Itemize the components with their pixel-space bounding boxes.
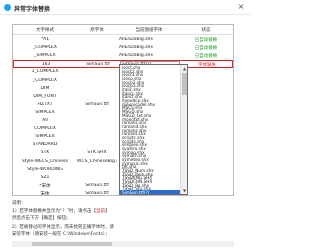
app-icon [4, 4, 11, 11]
cell-orig-font: WCS_ChineseBig.shx [77, 158, 117, 164]
scroll-thumb[interactable] [182, 73, 187, 95]
cell-style: STK [40, 150, 50, 156]
note-line-1: 1）若字体替换并显示为“？”时，请点击【当前】 [12, 208, 110, 214]
cell-style: _COMPLEX [33, 77, 57, 83]
header-current-font: 当前图纸字体 [135, 28, 163, 33]
cell-current-font[interactable]: AllEnDoBig.shx [119, 45, 179, 50]
horizontal-scrollbar[interactable] [12, 241, 234, 247]
header-status: 状态 [201, 28, 211, 33]
cell-style: COMPLEX [34, 126, 56, 132]
table-header: 文字样式 原字体 当前图纸字体 状态 [13, 25, 233, 35]
cell-style: AII [42, 118, 48, 123]
cell-orig-font: STK.SHX [87, 150, 107, 156]
note-line-3: 2）若被替过的字体显示，而未找到正确字体时，请 [12, 225, 114, 230]
cell-orig-font: SimSun.ttf [86, 62, 110, 68]
cell-style: Style-WORDING [27, 166, 63, 172]
cell-style: SIMPLEX [35, 109, 55, 115]
cell-style: _COMPLEX [33, 45, 57, 51]
table-row[interactable]: *A1 AllEnDoBig.shx 已自动替换 [13, 36, 233, 44]
cell-orig-font: SimSun.ttf [85, 190, 109, 196]
cell-style: 宋体 [40, 191, 50, 196]
table-row[interactable]: _COMPLEX AllEnDoBig.shx 已自动替换 [13, 44, 233, 52]
note-text: 1）若字体替换并显示为“？”时，请点击【 [12, 209, 97, 214]
header-style: 文字样式 [36, 28, 54, 33]
window-title: 异常字体替换 [14, 6, 51, 13]
note-line-4: 安装字体（请安装一般在 C:\Windows\Fonts）； [12, 232, 110, 237]
cell-orig-font: SimSun.ttf [85, 101, 109, 107]
cell-current-font[interactable]: AllEnDoBig.shx [119, 53, 179, 58]
cell-status: 已自动替换 [194, 54, 218, 60]
scroll-up-icon[interactable]: ▲ [181, 65, 187, 72]
note-highlight: 当前 [96, 209, 106, 214]
note-line-2: 然后点击下方【确定】按钮； [12, 216, 71, 221]
cell-status: 字体缺失 [198, 63, 216, 69]
cell-style: SZ1 [40, 174, 50, 180]
horizontal-scroll-thumb[interactable] [32, 242, 112, 246]
header-orig-font: 原字体 [90, 28, 104, 33]
close-icon[interactable]: × [236, 2, 246, 12]
notes-label: 说明： [12, 201, 26, 206]
cell-style: *A1 [40, 37, 50, 42]
cell-style: Style-WECS_Chinese [21, 158, 69, 164]
cell-status: 已自动替换 [194, 46, 218, 52]
cell-style: STANDARD [32, 142, 58, 148]
table-row[interactable]: _SIMPLEX AllEnDoBig.shx 已自动替换 [13, 52, 233, 60]
dropdown-option[interactable]: SimSun.ttf(?) [120, 190, 181, 194]
cell-status: 已自动替换 [194, 38, 218, 43]
scroll-down-icon[interactable]: ▼ [181, 187, 187, 194]
cell-orig-font: SimSun.ttf [85, 182, 109, 188]
cell-style: SIMPLEX [35, 134, 55, 140]
cell-current-font[interactable]: AllEnDoBig.shx [119, 37, 179, 42]
cell-style: 163 [41, 62, 51, 68]
cell-style: DIM_FONT [33, 93, 57, 99]
title-bar: 异常字体替换 × [0, 0, 250, 15]
dropdown-scrollbar[interactable]: ▲ ▼ [180, 65, 187, 194]
cell-style: *宋体 [39, 183, 51, 189]
note-text: 】 [105, 209, 110, 214]
font-dropdown-list[interactable]: isoct.shx isoct2.shx isoct3.shx isocp.shx is… [119, 64, 188, 195]
cell-style: _SIMPLEX [34, 53, 56, 59]
cell-style: 1_COMPLEX [31, 69, 59, 75]
cell-style: HZTXT [37, 101, 53, 107]
cell-style: DIM [40, 85, 50, 91]
